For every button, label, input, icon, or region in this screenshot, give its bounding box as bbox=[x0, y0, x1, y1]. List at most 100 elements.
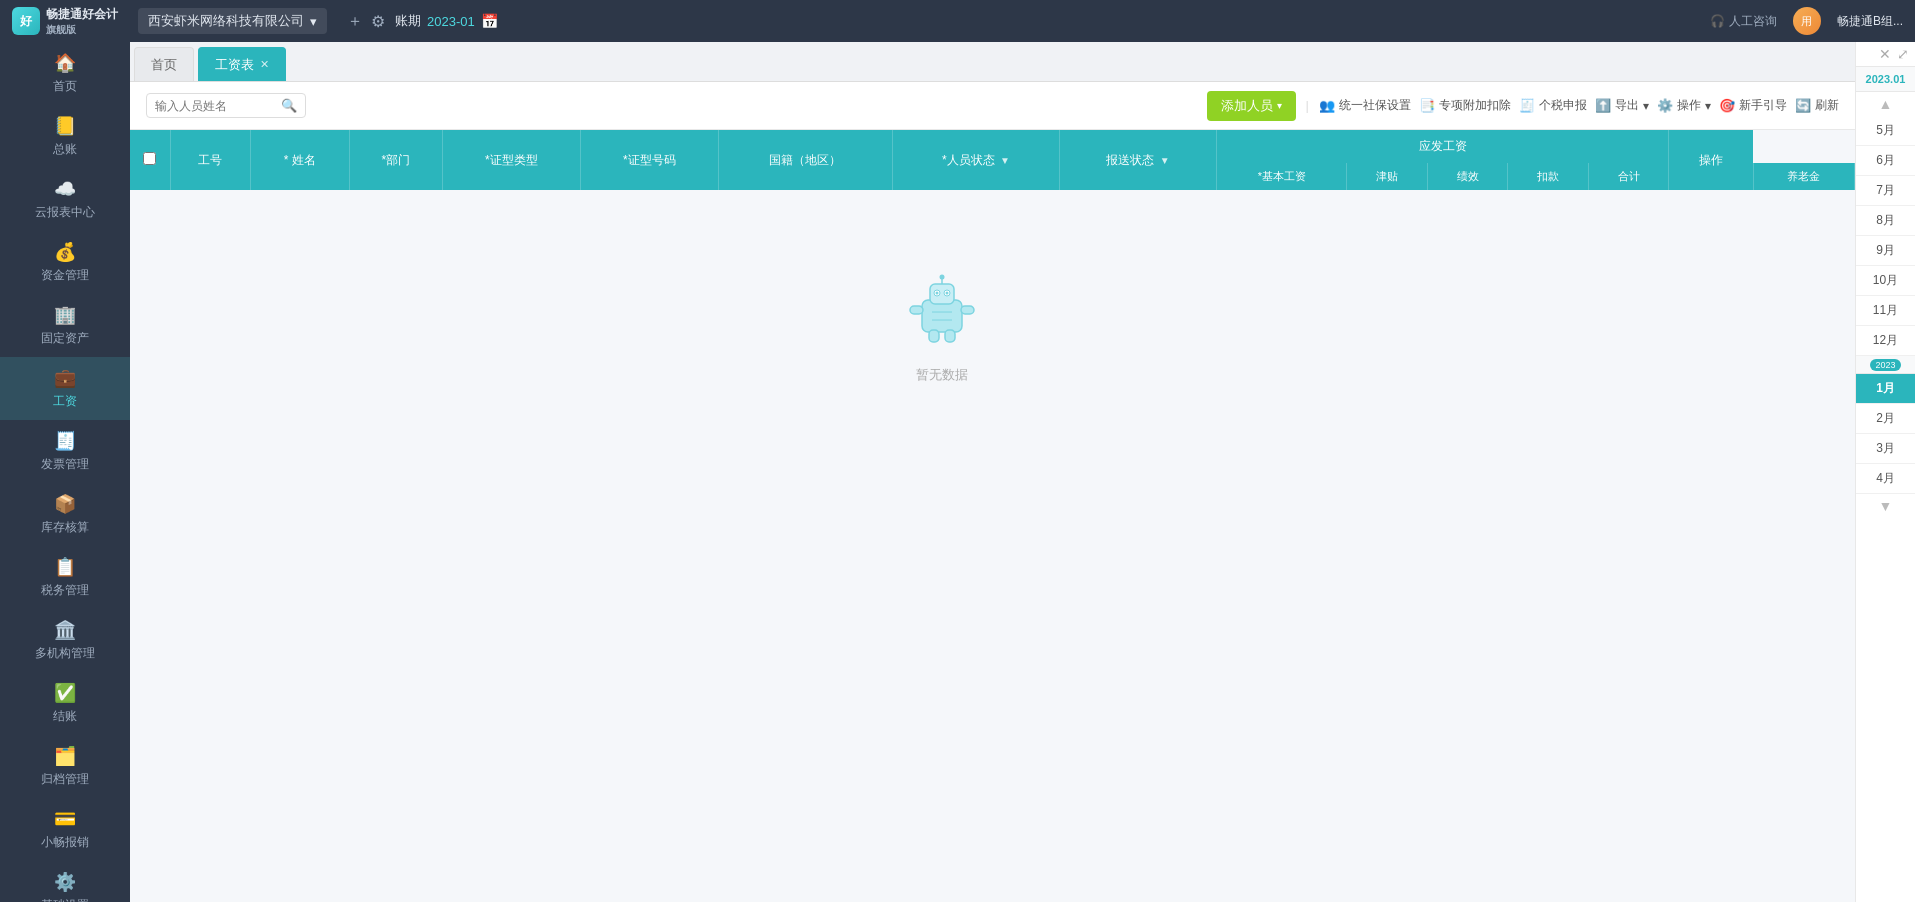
operations-label: 操作 bbox=[1677, 97, 1701, 114]
svg-point-5 bbox=[945, 292, 948, 295]
sidebar-label-fixed-assets: 固定资产 bbox=[41, 330, 89, 347]
app-logo: 好 畅捷通好会计 旗舰版 bbox=[12, 6, 118, 37]
date-nav-down[interactable]: ▼ bbox=[1856, 494, 1915, 518]
customer-service-label: 人工咨询 bbox=[1729, 13, 1777, 30]
personal-tax-label: 个税申报 bbox=[1539, 97, 1587, 114]
year-badge-row: 2023 bbox=[1856, 356, 1915, 374]
expand-panel-btn[interactable]: ⤢ bbox=[1897, 46, 1909, 62]
date-item-6[interactable]: 6月 bbox=[1856, 146, 1915, 176]
tab-bar: 首页 工资表 ✕ bbox=[130, 42, 1855, 82]
date-item-12[interactable]: 12月 bbox=[1856, 326, 1915, 356]
col-header-nationality: 国籍（地区） bbox=[718, 130, 892, 190]
fixed-assets-icon: 🏢 bbox=[54, 304, 76, 326]
select-all-checkbox[interactable] bbox=[143, 152, 156, 165]
calendar-icon[interactable]: 📅 bbox=[481, 13, 498, 29]
user-name[interactable]: 畅捷通B组... bbox=[1837, 13, 1903, 30]
date-item-7[interactable]: 7月 bbox=[1856, 176, 1915, 206]
sidebar-item-ledger[interactable]: 📒 总账 bbox=[0, 105, 130, 168]
sidebar-item-inventory[interactable]: 📦 库存核算 bbox=[0, 483, 130, 546]
multi-org-icon: 🏛️ bbox=[54, 619, 76, 641]
col-header-subsidy: 津贴 bbox=[1347, 163, 1428, 190]
sidebar-item-fixed-assets[interactable]: 🏢 固定资产 bbox=[0, 294, 130, 357]
sidebar-label-settings: 基础设置 bbox=[41, 897, 89, 902]
sidebar-item-home[interactable]: 🏠 首页 bbox=[0, 42, 130, 105]
sidebar-label-fund: 资金管理 bbox=[41, 267, 89, 284]
special-deduction-label: 专项附加扣除 bbox=[1439, 97, 1511, 114]
settings-icon[interactable]: ⚙ bbox=[371, 12, 385, 31]
col-header-report-status[interactable]: 报送状态 ▼ bbox=[1059, 130, 1217, 190]
col-header-ops: 操作 bbox=[1669, 130, 1753, 190]
sidebar-item-fund[interactable]: 💰 资金管理 bbox=[0, 231, 130, 294]
tab-close-icon[interactable]: ✕ bbox=[260, 58, 269, 71]
svg-rect-11 bbox=[945, 330, 955, 342]
refresh-btn[interactable]: 🔄 刷新 bbox=[1795, 97, 1839, 114]
sidebar-label-salary: 工资 bbox=[53, 393, 77, 410]
inventory-icon: 📦 bbox=[54, 493, 76, 515]
social-security-icon: 👥 bbox=[1319, 98, 1335, 113]
tab-salary-table[interactable]: 工资表 ✕ bbox=[198, 47, 286, 81]
user-avatar: 用 bbox=[1793, 7, 1821, 35]
empty-state: 暂无数据 bbox=[130, 190, 1753, 464]
add-icon[interactable]: ＋ bbox=[347, 11, 363, 32]
personal-tax-btn[interactable]: 🧾 个税申报 bbox=[1519, 97, 1587, 114]
close-panel-btn[interactable]: ✕ bbox=[1879, 46, 1891, 62]
divider-1: | bbox=[1306, 98, 1309, 113]
logo-icon: 好 bbox=[12, 7, 40, 35]
new-guide-btn[interactable]: 🎯 新手引导 bbox=[1719, 97, 1787, 114]
date-item-feb[interactable]: 2月 bbox=[1856, 404, 1915, 434]
date-item-9[interactable]: 9月 bbox=[1856, 236, 1915, 266]
home-icon: 🏠 bbox=[54, 52, 76, 74]
sidebar-label-settlement: 结账 bbox=[53, 708, 77, 725]
col-header-performance: 绩效 bbox=[1427, 163, 1508, 190]
company-selector[interactable]: 西安虾米网络科技有限公司 ▾ bbox=[138, 8, 327, 34]
search-input[interactable] bbox=[155, 99, 275, 113]
social-security-btn[interactable]: 👥 统一社保设置 bbox=[1319, 97, 1411, 114]
add-person-button[interactable]: 添加人员 ▾ bbox=[1207, 91, 1296, 121]
top-bar-right: 🎧 人工咨询 用 畅捷通B组... bbox=[1710, 7, 1903, 35]
export-label: 导出 bbox=[1615, 97, 1639, 114]
export-chevron: ▾ bbox=[1643, 99, 1649, 113]
sidebar-label-archive: 归档管理 bbox=[41, 771, 89, 788]
sidebar-label-invoice: 发票管理 bbox=[41, 456, 89, 473]
salary-table: 工号 * 姓名 *部门 *证型类型 *证型号码 国籍（地区） *人员状态 ▼ 报… bbox=[130, 130, 1855, 464]
sidebar-item-settlement[interactable]: ✅ 结账 bbox=[0, 672, 130, 735]
operations-btn[interactable]: ⚙️ 操作 ▾ bbox=[1657, 97, 1711, 114]
sidebar-label-expense: 小畅报销 bbox=[41, 834, 89, 851]
date-panel-current-period: 2023.01 bbox=[1856, 67, 1915, 92]
export-btn[interactable]: ⬆️ 导出 ▾ bbox=[1595, 97, 1649, 114]
date-item-mar[interactable]: 3月 bbox=[1856, 434, 1915, 464]
operations-icon: ⚙️ bbox=[1657, 98, 1673, 113]
company-name: 西安虾米网络科技有限公司 bbox=[148, 12, 304, 30]
tab-home[interactable]: 首页 bbox=[134, 47, 194, 81]
date-item-11[interactable]: 11月 bbox=[1856, 296, 1915, 326]
sidebar-item-archive[interactable]: 🗂️ 归档管理 bbox=[0, 735, 130, 798]
settings-sidebar-icon: ⚙️ bbox=[54, 871, 76, 893]
sidebar-item-salary[interactable]: 💼 工资 bbox=[0, 357, 130, 420]
main-layout: 🏠 首页 📒 总账 ☁️ 云报表中心 💰 资金管理 🏢 固定资产 💼 工资 🧾 … bbox=[0, 42, 1915, 902]
special-deduction-icon: 📑 bbox=[1419, 98, 1435, 113]
date-nav-up[interactable]: ▲ bbox=[1856, 92, 1915, 116]
customer-service-btn[interactable]: 🎧 人工咨询 bbox=[1710, 13, 1777, 30]
svg-rect-10 bbox=[929, 330, 939, 342]
date-item-jan[interactable]: 1月 bbox=[1856, 374, 1915, 404]
sidebar-item-multi-org[interactable]: 🏛️ 多机构管理 bbox=[0, 609, 130, 672]
sidebar: 🏠 首页 📒 总账 ☁️ 云报表中心 💰 资金管理 🏢 固定资产 💼 工资 🧾 … bbox=[0, 42, 130, 902]
add-person-chevron: ▾ bbox=[1277, 100, 1282, 111]
col-header-status[interactable]: *人员状态 ▼ bbox=[893, 130, 1060, 190]
period-label: 账期 bbox=[395, 12, 421, 30]
col-header-checkbox[interactable] bbox=[130, 130, 170, 190]
sidebar-item-cloud-report[interactable]: ☁️ 云报表中心 bbox=[0, 168, 130, 231]
sidebar-item-invoice[interactable]: 🧾 发票管理 bbox=[0, 420, 130, 483]
col-header-id-type: *证型类型 bbox=[442, 130, 580, 190]
refresh-icon: 🔄 bbox=[1795, 98, 1811, 113]
date-item-8[interactable]: 8月 bbox=[1856, 206, 1915, 236]
sidebar-item-expense[interactable]: 💳 小畅报销 bbox=[0, 798, 130, 861]
sidebar-item-settings[interactable]: ⚙️ 基础设置 bbox=[0, 861, 130, 902]
date-item-5[interactable]: 5月 bbox=[1856, 116, 1915, 146]
sidebar-label-tax: 税务管理 bbox=[41, 582, 89, 599]
special-deduction-btn[interactable]: 📑 专项附加扣除 bbox=[1419, 97, 1511, 114]
ledger-icon: 📒 bbox=[54, 115, 76, 137]
date-item-10[interactable]: 10月 bbox=[1856, 266, 1915, 296]
date-item-apr[interactable]: 4月 bbox=[1856, 464, 1915, 494]
sidebar-item-tax[interactable]: 📋 税务管理 bbox=[0, 546, 130, 609]
